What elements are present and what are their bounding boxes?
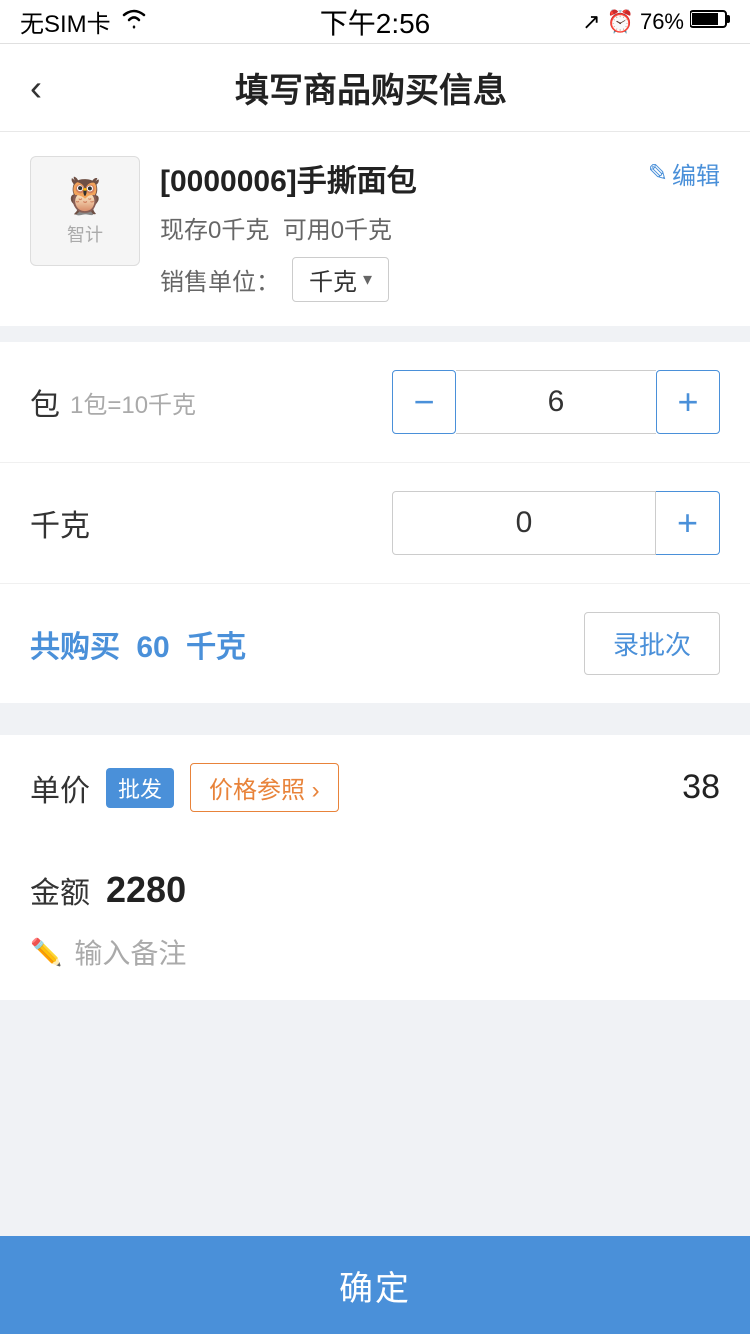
total-row: 共购买 60 千克 录批次 [0,584,750,703]
pencil-icon: ✏️ [30,937,62,968]
battery-icon [690,9,730,35]
amount-label: 金额 [30,868,90,912]
kg-row: 千克 + [0,463,750,584]
total-text: 共购买 60 千克 [30,622,246,666]
divider-1 [0,326,750,342]
remark-row[interactable]: ✏️ 输入备注 [30,932,720,972]
product-owl-icon: 🦉 [63,175,108,217]
batch-button[interactable]: 录批次 [584,612,720,675]
product-name-row: [0000006]手撕面包 ✎ 编辑 [160,156,720,200]
product-info: [0000006]手撕面包 ✎ 编辑 现存0千克 可用0千克 销售单位： 千克 … [160,156,720,302]
product-stock: 现存0千克 可用0千克 [160,210,720,245]
price-ref-button[interactable]: 价格参照 › [190,763,339,812]
back-button[interactable]: ‹ [30,67,42,109]
product-name: [0000006]手撕面包 [160,156,648,200]
kg-label: 千克 [30,501,90,545]
product-card: 🦉 智计 [0000006]手撕面包 ✎ 编辑 现存0千克 可用0千克 销售单位… [0,132,750,326]
battery-text: 76% [640,9,684,35]
nav-bar: ‹ 填写商品购买信息 [0,44,750,132]
amount-row: 金额 2280 [30,868,720,912]
price-label: 单价 [30,766,90,810]
package-input[interactable] [456,370,656,434]
status-right: ↗ ⏰ 76% [582,9,730,35]
sim-text: 无SIM卡 [20,4,111,39]
status-left: 无SIM卡 [20,4,149,39]
remark-placeholder: 输入备注 [74,932,186,972]
price-value: 38 [682,768,720,807]
amount-value: 2280 [106,869,186,911]
confirm-button[interactable]: 确定 [0,1236,750,1334]
location-icon: ↗ [582,9,600,35]
package-hint: 1包=10千克 [70,385,392,420]
product-unit-row: 销售单位： 千克 ▾ [160,257,720,302]
page-title: 填写商品购买信息 [62,63,680,112]
package-controls: − + [392,370,720,434]
edit-button[interactable]: ✎ 编辑 [648,156,720,191]
status-time: 下午2:56 [320,2,431,42]
package-plus-button[interactable]: + [656,370,720,434]
input-section: 包 1包=10千克 − + 千克 + [0,342,750,584]
divider-2 [0,703,750,719]
unit-value: 千克 [309,262,357,297]
price-row: 单价 批发 价格参照 › 38 [0,735,750,840]
amount-section: 金额 2280 ✏️ 输入备注 [0,840,750,1000]
product-image-label: 智计 [67,221,103,247]
chevron-down-icon: ▾ [363,269,372,290]
package-label: 包 [30,380,60,424]
kg-plus-button[interactable]: + [656,491,720,555]
unit-select[interactable]: 千克 ▾ [292,257,389,302]
price-section: 单价 批发 价格参照 › 38 [0,719,750,840]
alarm-icon: ⏰ [607,9,634,35]
package-row: 包 1包=10千克 − + [0,342,750,463]
edit-icon: ✎ [648,159,668,188]
total-value: 60 [136,631,169,664]
unit-label: 销售单位： [160,262,280,297]
kg-controls: + [392,491,720,555]
kg-input[interactable] [392,491,656,555]
edit-label: 编辑 [672,156,720,191]
price-tag: 批发 [106,768,174,808]
wifi-symbol [119,7,149,36]
status-bar: 无SIM卡 下午2:56 ↗ ⏰ 76% [0,0,750,44]
product-image: 🦉 智计 [30,156,140,266]
package-minus-button[interactable]: − [392,370,456,434]
